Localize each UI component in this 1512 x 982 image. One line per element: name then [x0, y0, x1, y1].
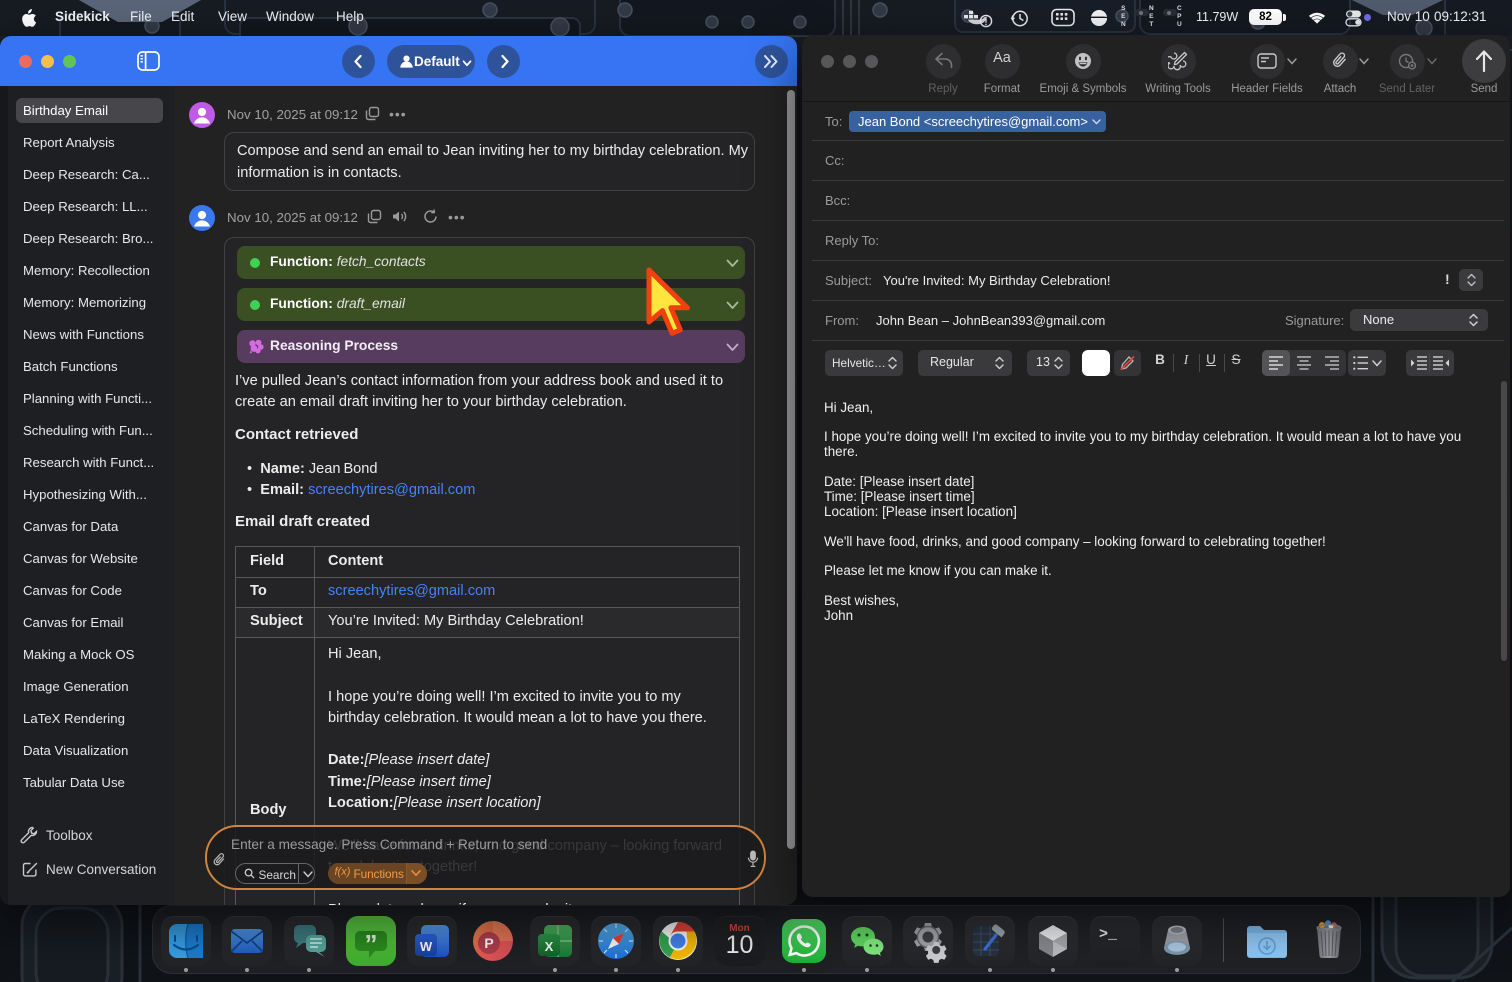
svg-text:”: ”	[364, 929, 377, 959]
svg-text:W: W	[419, 939, 432, 954]
svg-text:P: P	[484, 935, 493, 951]
svg-text:!: !	[985, 17, 988, 27]
svg-text:X: X	[544, 939, 553, 954]
